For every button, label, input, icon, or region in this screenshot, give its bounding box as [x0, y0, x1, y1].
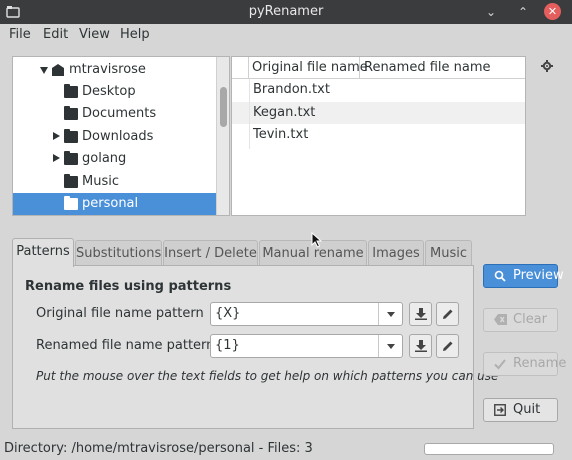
search-icon [494, 270, 506, 282]
quit-icon [494, 404, 506, 416]
tree-item-golang[interactable]: golang [13, 148, 216, 170]
column-original-name[interactable]: Original file name [250, 57, 368, 79]
folder-icon [64, 151, 78, 165]
preview-button[interactable]: Preview [483, 264, 564, 288]
rename-label: Rename [513, 356, 567, 371]
edit-pattern-button[interactable] [436, 334, 459, 358]
original-pattern-label: Original file name pattern [36, 306, 204, 321]
clear-icon [494, 314, 507, 325]
original-pattern-input[interactable]: {X} [215, 306, 240, 321]
progress-bar [424, 443, 554, 455]
clear-label: Clear [513, 312, 547, 327]
edit-pattern-button[interactable] [436, 302, 459, 326]
download-icon [415, 340, 427, 352]
tab-music[interactable]: Music [425, 240, 472, 266]
menu-edit[interactable]: Edit [43, 27, 68, 42]
renamed-pattern-label: Renamed file name pattern [36, 338, 215, 353]
folder-icon [64, 129, 78, 143]
tree-item-music[interactable]: Music [13, 171, 216, 193]
tree-item-label: Desktop [82, 84, 136, 99]
quit-button[interactable]: Quit [483, 398, 558, 422]
status-bar: Directory: /home/mtravisrose/personal - … [0, 438, 572, 460]
file-original-name: Tevin.txt [253, 127, 309, 142]
file-row[interactable]: Kegan.txt [232, 102, 525, 124]
tab-insert-delete[interactable]: Insert / Delete [163, 240, 258, 266]
status-text: Directory: /home/mtravisrose/personal - … [4, 441, 313, 456]
renamed-pattern-combo[interactable]: {1} [210, 334, 403, 358]
tree-item-downloads[interactable]: Downloads [13, 126, 216, 148]
renamed-pattern-input[interactable]: {1} [215, 338, 240, 353]
tree-item-label: Documents [82, 106, 157, 121]
save-pattern-button[interactable] [409, 302, 432, 326]
pencil-icon [443, 309, 453, 319]
clear-button[interactable]: Clear [483, 308, 558, 332]
file-row[interactable]: Tevin.txt [232, 124, 525, 146]
expander-closed-icon[interactable] [53, 132, 60, 140]
home-folder-icon [52, 64, 64, 76]
tree-item-personal[interactable]: personal [13, 193, 216, 215]
tab-images[interactable]: Images [368, 240, 424, 266]
file-list[interactable]: Original file name Renamed file name Bra… [231, 56, 526, 216]
gear-icon[interactable] [541, 60, 553, 72]
tab-substitutions[interactable]: Substitutions [75, 240, 162, 266]
tab-bar: Patterns Substitutions Insert / Delete M… [12, 238, 478, 267]
pattern-hint: Put the mouse over the text fields to ge… [36, 369, 499, 383]
patterns-panel: Rename files using patterns Original fil… [12, 265, 498, 429]
tab-patterns[interactable]: Patterns [12, 238, 74, 267]
tree-scrollbar-thumb[interactable] [220, 87, 227, 127]
expander-open-icon[interactable] [40, 67, 48, 74]
menu-file[interactable]: File [9, 27, 31, 42]
mouse-cursor-icon [311, 232, 322, 248]
tree-item-label: Downloads [82, 129, 154, 144]
chevron-down-icon[interactable] [378, 303, 402, 325]
tree-item-label: Music [82, 174, 119, 189]
close-icon[interactable]: ✕ [544, 3, 561, 20]
check-icon [494, 359, 506, 370]
menu-help[interactable]: Help [120, 27, 150, 42]
panel-heading: Rename files using patterns [25, 279, 232, 294]
file-original-name: Brandon.txt [253, 82, 330, 97]
file-original-name: Kegan.txt [253, 105, 316, 120]
tree-scrollbar[interactable] [216, 57, 229, 215]
title-bar: pyRenamer ⌄ ⌃ ✕ [0, 0, 572, 24]
tree-item-label: personal [82, 196, 139, 211]
folder-icon [64, 196, 78, 210]
folder-icon [64, 174, 78, 188]
tree-item-desktop[interactable]: Desktop [13, 81, 216, 103]
column-divider [249, 79, 250, 149]
menu-view[interactable]: View [79, 27, 110, 42]
save-pattern-button[interactable] [409, 334, 432, 358]
directory-tree[interactable]: mtravisrose Desktop Documents Downloads … [12, 56, 230, 216]
tree-item-documents[interactable]: Documents [13, 103, 216, 125]
menu-bar: File Edit View Help [0, 24, 572, 46]
expander-closed-icon[interactable] [53, 154, 60, 162]
preview-label: Preview [513, 268, 564, 283]
download-icon [415, 308, 427, 320]
pencil-icon [443, 341, 453, 351]
tree-item-label: mtravisrose [69, 62, 146, 77]
maximize-icon[interactable]: ⌃ [515, 4, 531, 20]
minimize-icon[interactable]: ⌄ [483, 4, 499, 20]
folder-icon [64, 84, 78, 98]
folder-icon [64, 106, 78, 120]
quit-label: Quit [513, 402, 541, 417]
tree-item-mtravisrose[interactable]: mtravisrose [13, 59, 216, 81]
column-renamed-name[interactable]: Renamed file name [361, 57, 525, 79]
rename-button[interactable]: Rename [483, 352, 566, 376]
file-list-header: Original file name Renamed file name [232, 57, 525, 79]
file-row[interactable]: Brandon.txt [232, 79, 525, 101]
header-spacer [232, 57, 249, 79]
original-pattern-combo[interactable]: {X} [210, 302, 403, 326]
tree-item-label: golang [82, 151, 127, 166]
chevron-down-icon[interactable] [378, 335, 402, 357]
